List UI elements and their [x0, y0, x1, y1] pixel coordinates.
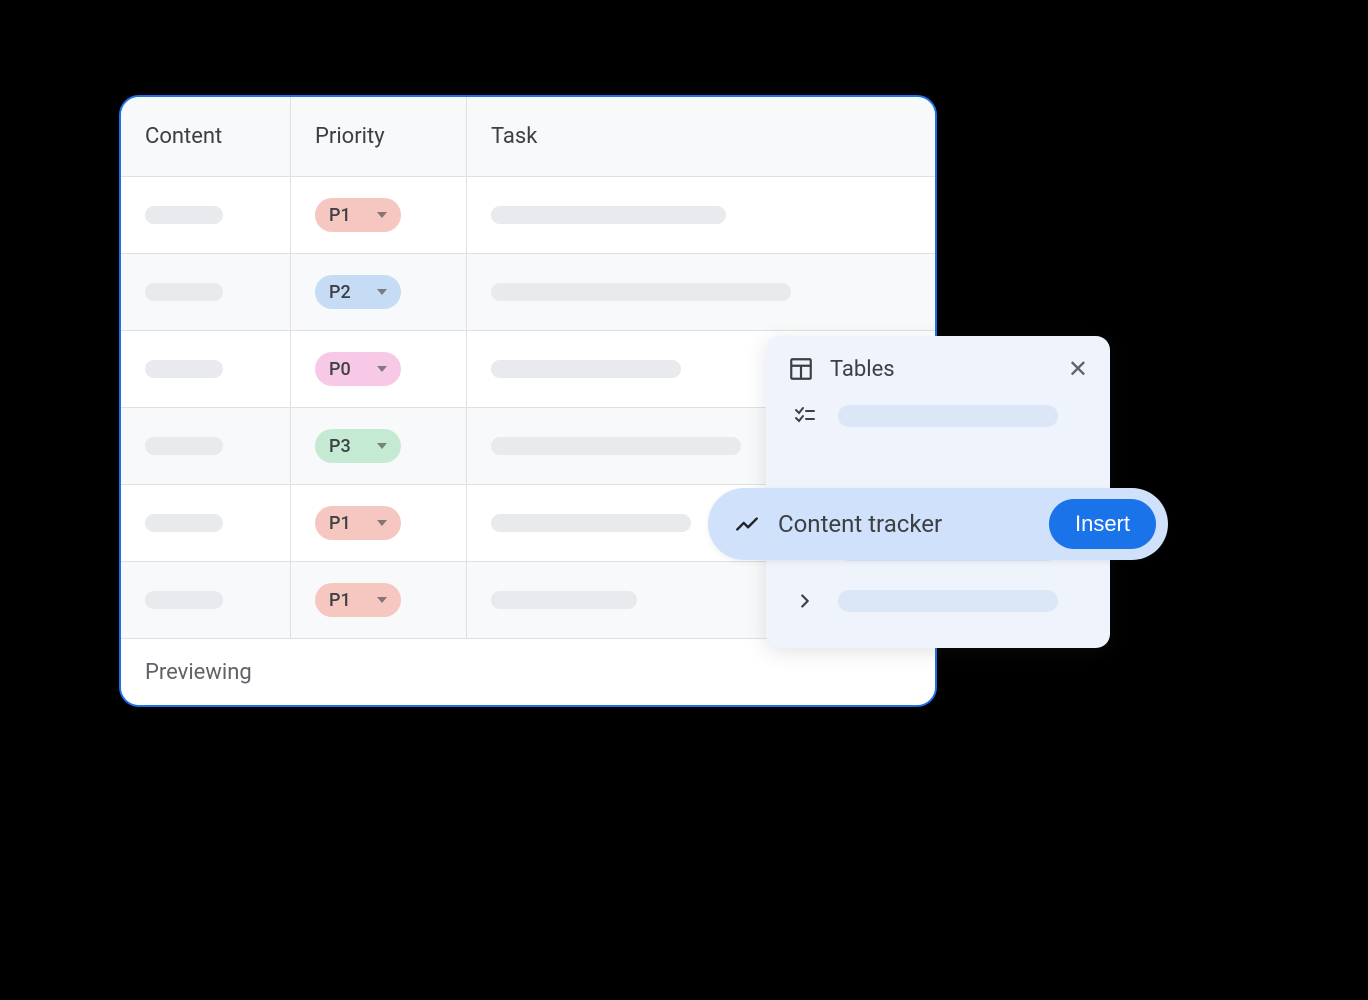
placeholder: [145, 206, 223, 224]
placeholder: [145, 591, 223, 609]
table-row[interactable]: P2: [121, 254, 935, 331]
chevron-down-icon: [377, 443, 387, 449]
priority-label: P1: [329, 513, 351, 534]
cell-content[interactable]: [121, 485, 291, 561]
table-row[interactable]: P1: [121, 177, 935, 254]
priority-label: P0: [329, 359, 351, 380]
cell-priority[interactable]: P1: [291, 177, 467, 253]
cell-task[interactable]: [467, 177, 935, 253]
placeholder: [491, 437, 741, 455]
tables-panel: Tables ✕ Content tracker Insert: [766, 336, 1110, 648]
priority-label: P1: [329, 205, 351, 226]
cell-content[interactable]: [121, 562, 291, 638]
panel-item-label: [838, 590, 1058, 612]
placeholder: [145, 514, 223, 532]
chevron-down-icon: [377, 597, 387, 603]
priority-chip[interactable]: P2: [315, 275, 401, 309]
placeholder: [491, 514, 691, 532]
table-icon: [788, 356, 814, 382]
panel-item-checklist[interactable]: [766, 390, 1110, 442]
preview-footer: Previewing: [121, 639, 935, 705]
placeholder: [491, 360, 681, 378]
table-header-row: Content Priority Task: [121, 97, 935, 177]
chevron-right-icon: [792, 590, 818, 612]
cell-content[interactable]: [121, 331, 291, 407]
cell-priority[interactable]: P0: [291, 331, 467, 407]
panel-item-more[interactable]: [766, 576, 1110, 626]
cell-content[interactable]: [121, 254, 291, 330]
col-header-priority[interactable]: Priority: [291, 97, 467, 176]
close-icon[interactable]: ✕: [1068, 357, 1088, 381]
cell-task[interactable]: [467, 254, 935, 330]
col-header-content[interactable]: Content: [121, 97, 291, 176]
placeholder: [145, 437, 223, 455]
priority-label: P3: [329, 436, 351, 457]
chevron-down-icon: [377, 520, 387, 526]
panel-title: Tables: [830, 357, 1052, 382]
priority-chip[interactable]: P0: [315, 352, 401, 386]
placeholder: [491, 591, 637, 609]
cell-content[interactable]: [121, 408, 291, 484]
chevron-down-icon: [377, 366, 387, 372]
chevron-down-icon: [377, 289, 387, 295]
cell-content[interactable]: [121, 177, 291, 253]
cell-priority[interactable]: P1: [291, 485, 467, 561]
cell-priority[interactable]: P2: [291, 254, 467, 330]
placeholder: [491, 283, 791, 301]
panel-item-content-tracker[interactable]: Content tracker Insert: [708, 488, 1168, 560]
placeholder: [145, 360, 223, 378]
priority-label: P1: [329, 590, 351, 611]
placeholder: [491, 206, 726, 224]
cell-priority[interactable]: P1: [291, 562, 467, 638]
chevron-down-icon: [377, 212, 387, 218]
panel-item-label: Content tracker: [778, 510, 1031, 538]
priority-chip[interactable]: P1: [315, 198, 401, 232]
checklist-icon: [792, 404, 818, 428]
insert-button[interactable]: Insert: [1049, 499, 1156, 549]
priority-label: P2: [329, 282, 351, 303]
placeholder: [145, 283, 223, 301]
panel-item-label: [838, 405, 1058, 427]
trend-icon: [734, 510, 760, 538]
cell-priority[interactable]: P3: [291, 408, 467, 484]
panel-header: Tables ✕: [766, 336, 1110, 390]
col-header-task[interactable]: Task: [467, 97, 935, 176]
priority-chip[interactable]: P3: [315, 429, 401, 463]
priority-chip[interactable]: P1: [315, 506, 401, 540]
priority-chip[interactable]: P1: [315, 583, 401, 617]
